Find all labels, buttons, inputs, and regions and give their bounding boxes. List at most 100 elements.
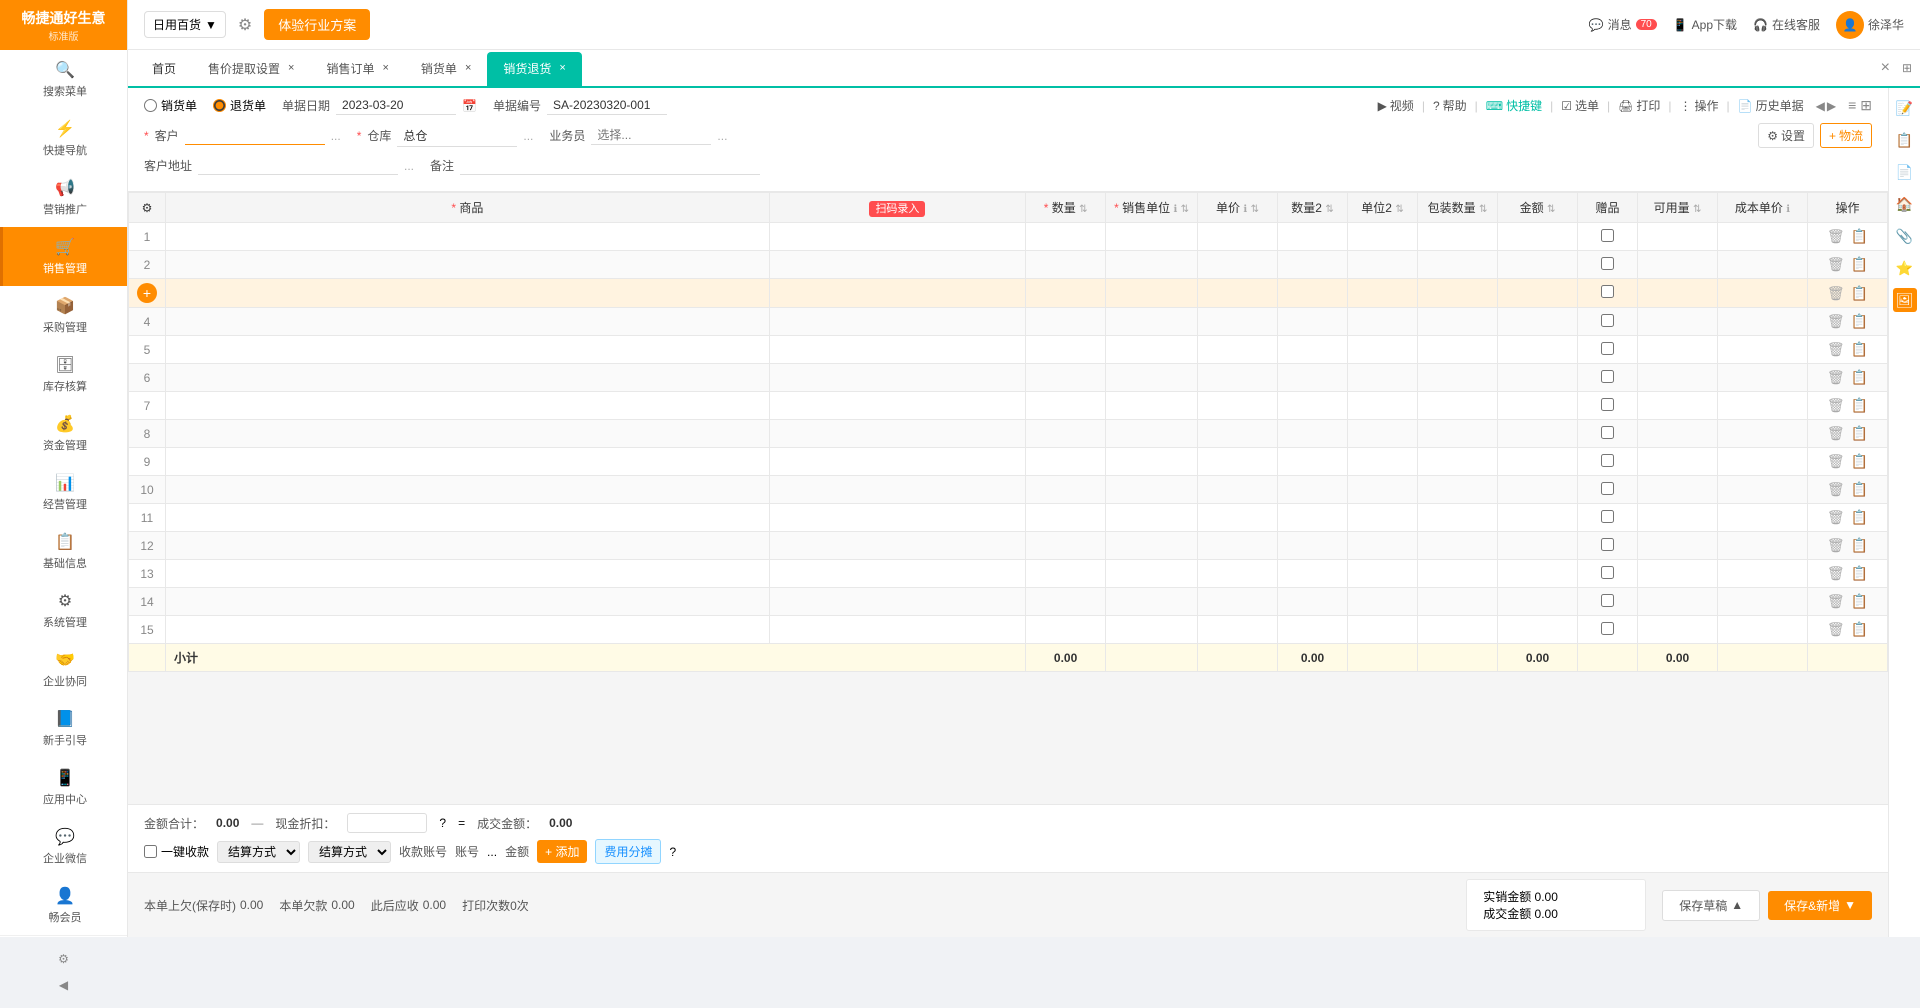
- gift-cell-1[interactable]: [1578, 223, 1638, 251]
- delete-icon[interactable]: 🗑: [1827, 481, 1845, 498]
- cost-cell-2[interactable]: [1718, 251, 1808, 279]
- col-settings-icon[interactable]: ⚙: [142, 201, 153, 215]
- delete-icon[interactable]: 🗑: [1827, 313, 1845, 330]
- avail-cell-3[interactable]: [1638, 279, 1718, 308]
- sidebar-item-system[interactable]: ⚙ 系统管理: [0, 581, 127, 640]
- delete-icon[interactable]: 🗑: [1827, 565, 1845, 582]
- unit2-cell-1[interactable]: [1348, 223, 1418, 251]
- delete-icon[interactable]: 🗑: [1827, 425, 1845, 442]
- delete-icon-1[interactable]: 🗑: [1827, 228, 1845, 245]
- avail-cell-2[interactable]: [1638, 251, 1718, 279]
- grid-view-btn[interactable]: ⊞: [1860, 97, 1872, 114]
- operate-btn[interactable]: ⋮ 操作: [1680, 97, 1719, 114]
- sidebar-settings-btn[interactable]: ⚙: [52, 946, 75, 972]
- list-view-btn[interactable]: ≡: [1848, 97, 1856, 114]
- qty2-cell-1[interactable]: [1278, 223, 1348, 251]
- avail-cell-1[interactable]: [1638, 223, 1718, 251]
- tab-sale-delivery-close[interactable]: ×: [465, 62, 471, 74]
- copy-icon-1[interactable]: 📋: [1851, 228, 1868, 245]
- save-draft-btn[interactable]: 保存草稿 ▲: [1662, 890, 1760, 921]
- sidebar-item-purchase[interactable]: 📦 采购管理: [0, 286, 127, 345]
- sidebar-item-guide[interactable]: 📘 新手引导: [0, 699, 127, 758]
- copy-icon[interactable]: 📋: [1851, 369, 1868, 386]
- goods-cell-1[interactable]: [166, 223, 770, 251]
- gift-cell-2[interactable]: [1578, 251, 1638, 279]
- unit2-cell-2[interactable]: [1348, 251, 1418, 279]
- sidebar-item-member[interactable]: 👤 畅会员: [0, 876, 127, 935]
- customer-dots[interactable]: ...: [331, 129, 341, 143]
- customer-input[interactable]: [185, 126, 325, 145]
- cost-info-icon[interactable]: ℹ: [1786, 204, 1790, 215]
- delete-icon[interactable]: 🗑: [1827, 593, 1845, 610]
- delete-icon[interactable]: 🗑: [1827, 397, 1845, 414]
- radio-sale-input[interactable]: [144, 99, 157, 112]
- cost-cell-3[interactable]: [1718, 279, 1808, 308]
- topbar-settings-icon[interactable]: ⚙: [238, 15, 252, 35]
- sidebar-item-sales[interactable]: 🛒 销售管理: [0, 227, 127, 286]
- tab-sale-order[interactable]: 销售订单 ×: [310, 52, 404, 87]
- copy-icon[interactable]: 📋: [1851, 509, 1868, 526]
- warehouse-value[interactable]: 总仓: [397, 125, 517, 147]
- copy-icon[interactable]: 📋: [1851, 453, 1868, 470]
- print-btn[interactable]: 🖨 打印: [1618, 97, 1660, 114]
- help-btn[interactable]: ? 帮助: [1433, 97, 1467, 114]
- sidebar-item-basic[interactable]: 📋 基础信息: [0, 522, 127, 581]
- settlement-select[interactable]: 结算方式: [217, 841, 300, 863]
- sidebar-item-finance[interactable]: 💰 资金管理: [0, 404, 127, 463]
- rp-image-icon[interactable]: 🖼: [1893, 288, 1917, 312]
- delete-icon[interactable]: 🗑: [1827, 537, 1845, 554]
- delete-icon[interactable]: 🗑: [1827, 341, 1845, 358]
- qty-cell-1[interactable]: [1026, 223, 1106, 251]
- tab-home[interactable]: 首页: [136, 52, 192, 87]
- copy-icon[interactable]: 📋: [1851, 425, 1868, 442]
- amount-sort-icon[interactable]: ⇅: [1547, 204, 1555, 215]
- address-input[interactable]: [198, 156, 398, 175]
- rp-clip-icon[interactable]: 📎: [1893, 224, 1917, 248]
- unit2-sort-icon[interactable]: ⇅: [1395, 204, 1403, 215]
- copy-icon[interactable]: 📋: [1851, 313, 1868, 330]
- date-value[interactable]: 2023-03-20: [336, 96, 456, 115]
- radio-return[interactable]: 退货单: [213, 97, 266, 114]
- tab-maximize-icon[interactable]: ⊞: [1902, 61, 1912, 75]
- gift-cell-3[interactable]: [1578, 279, 1638, 308]
- fee-help-icon[interactable]: ?: [669, 845, 676, 859]
- price-cell-1[interactable]: [1198, 223, 1278, 251]
- copy-icon-2[interactable]: 📋: [1851, 256, 1868, 273]
- copy-icon[interactable]: 📋: [1851, 397, 1868, 414]
- amount-cell-2[interactable]: [1498, 251, 1578, 279]
- qty-sort-icon[interactable]: ⇅: [1079, 204, 1087, 215]
- save-new-btn[interactable]: 保存&新增 ▼: [1768, 891, 1872, 920]
- amount-cell-3[interactable]: [1498, 279, 1578, 308]
- sidebar-item-marketing[interactable]: 📢 营销推广: [0, 168, 127, 227]
- qty2-sort-icon[interactable]: ⇅: [1325, 204, 1333, 215]
- next-doc-btn[interactable]: ▶: [1827, 99, 1836, 113]
- goods-cell-3[interactable]: [166, 279, 770, 308]
- copy-icon[interactable]: 📋: [1851, 341, 1868, 358]
- price-cell-2[interactable]: [1198, 251, 1278, 279]
- qty-cell-3[interactable]: [1026, 279, 1106, 308]
- trial-button[interactable]: 体验行业方案: [264, 9, 370, 40]
- unit-cell-2[interactable]: [1106, 251, 1198, 279]
- sales-input[interactable]: [591, 126, 711, 145]
- avail-sort-icon[interactable]: ⇅: [1693, 204, 1701, 215]
- rp-note-icon[interactable]: 📝: [1893, 96, 1917, 120]
- sidebar-item-shortcut[interactable]: ⚡ 快捷导航: [0, 109, 127, 168]
- unit-info-icon[interactable]: ℹ: [1173, 204, 1177, 215]
- copy-icon[interactable]: 📋: [1851, 537, 1868, 554]
- help-icon[interactable]: ?: [439, 816, 446, 830]
- warehouse-dots[interactable]: ...: [523, 129, 533, 143]
- delete-icon-3[interactable]: 🗑: [1827, 285, 1845, 302]
- tab-close-all[interactable]: ×: [1873, 59, 1898, 77]
- unit-cell-1[interactable]: [1106, 223, 1198, 251]
- rp-doc-icon[interactable]: 📄: [1893, 160, 1917, 184]
- delete-icon[interactable]: 🗑: [1827, 509, 1845, 526]
- sidebar-item-apps[interactable]: 📱 应用中心: [0, 758, 127, 817]
- video-btn[interactable]: ▶ 视频: [1378, 97, 1414, 114]
- copy-icon-3[interactable]: 📋: [1851, 285, 1868, 302]
- goods-cell-2[interactable]: [166, 251, 770, 279]
- pkg-cell-1[interactable]: [1418, 223, 1498, 251]
- tab-sale-delivery[interactable]: 销货单 ×: [405, 52, 487, 87]
- message-btn[interactable]: 💬 消息 70: [1589, 16, 1657, 33]
- rp-checklist-icon[interactable]: 📋: [1893, 128, 1917, 152]
- copy-icon[interactable]: 📋: [1851, 565, 1868, 582]
